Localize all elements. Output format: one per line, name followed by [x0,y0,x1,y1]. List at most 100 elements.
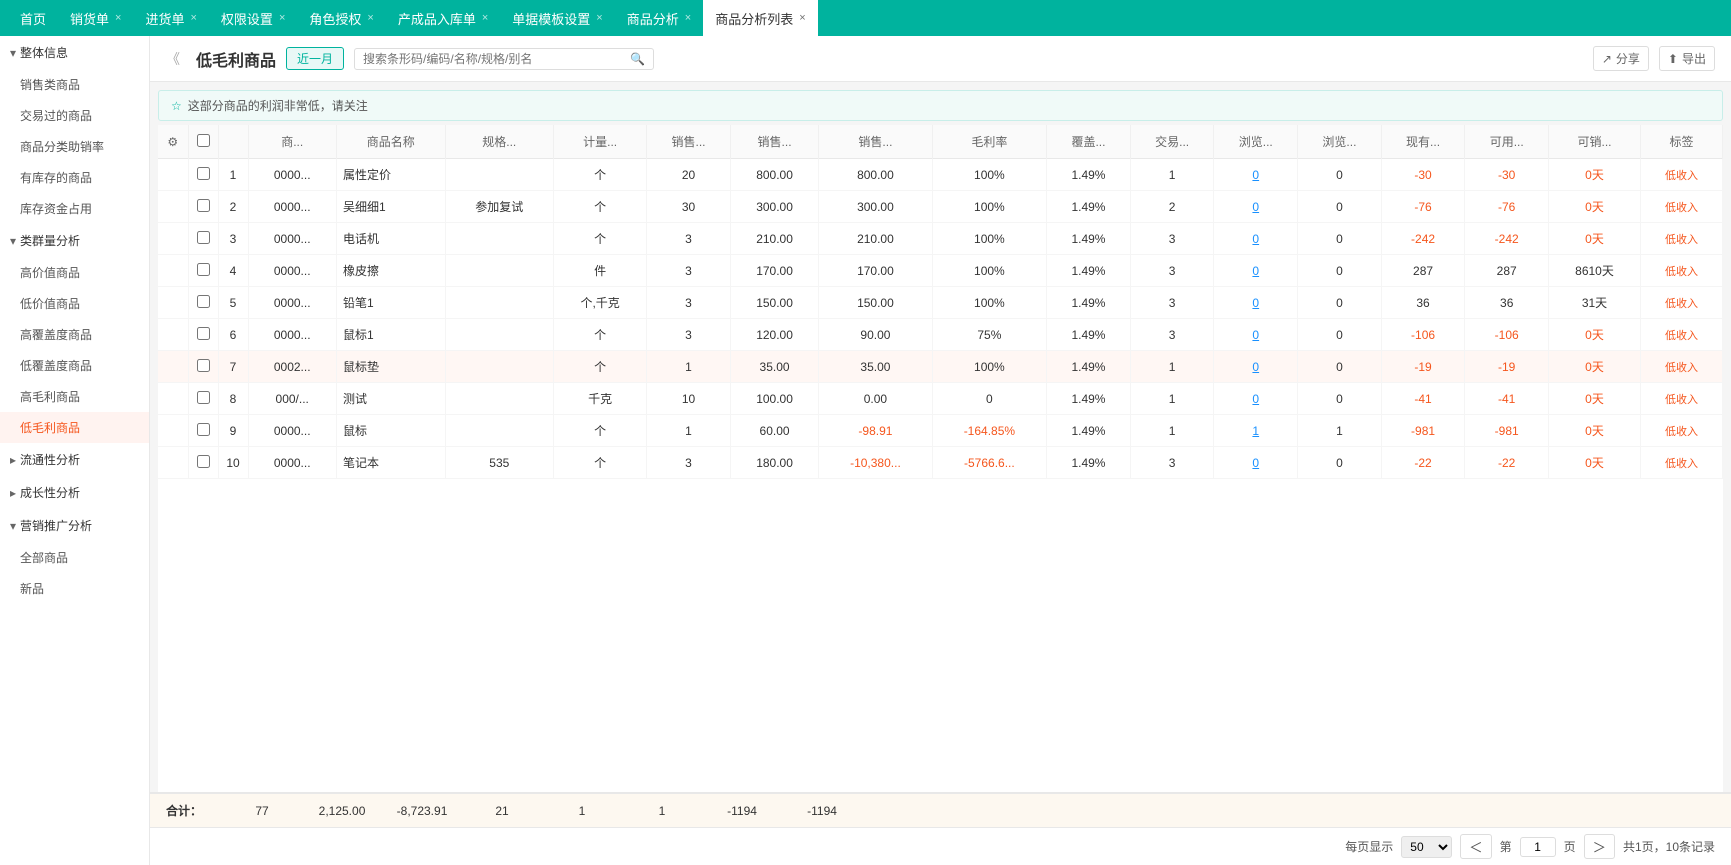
page-size-select[interactable]: 50 20 100 [1401,836,1452,858]
row-check[interactable] [188,255,218,287]
nav-analysis[interactable]: 商品分析 × [615,0,703,36]
nav-template-close[interactable]: × [596,12,602,24]
nav-roles[interactable]: 角色授权 × [297,0,385,36]
table-row[interactable]: 6 0000... 鼠标1 个 3 120.00 90.00 75% 1.49%… [158,319,1723,351]
nav-purchase[interactable]: 进货单 × [133,0,208,36]
col-check[interactable] [188,125,218,159]
table-row[interactable]: 9 0000... 鼠标 个 1 60.00 -98.91 -164.85% 1… [158,415,1723,447]
sidebar-item-low-value[interactable]: 低价值商品 [0,288,149,319]
row-checkbox[interactable] [197,295,210,308]
col-spec[interactable]: 规格... [445,125,554,159]
row-browse1[interactable]: 0 [1214,287,1298,319]
sidebar-item-in-stock[interactable]: 有库存的商品 [0,162,149,193]
nav-analysis-list-close[interactable]: × [799,12,805,24]
select-all-checkbox[interactable] [197,134,210,147]
col-s1[interactable]: 销售... [647,125,731,159]
col-name[interactable]: 商品名称 [336,125,445,159]
sidebar-item-stock-capital[interactable]: 库存资金占用 [0,193,149,224]
sidebar-item-high-coverage[interactable]: 高覆盖度商品 [0,319,149,350]
sidebar-item-low-coverage[interactable]: 低覆盖度商品 [0,350,149,381]
table-row[interactable]: 10 0000... 笔记本 535 个 3 180.00 -10,380...… [158,447,1723,479]
row-browse1[interactable]: 0 [1214,383,1298,415]
row-checkbox[interactable] [197,199,210,212]
row-browse1[interactable]: 0 [1214,159,1298,191]
row-checkbox[interactable] [197,231,210,244]
row-browse1[interactable]: 0 [1214,191,1298,223]
sidebar-group-cluster[interactable]: ▾ 类群量分析 [0,224,149,257]
table-row[interactable]: 7 0002... 鼠标垫 个 1 35.00 35.00 100% 1.49%… [158,351,1723,383]
sidebar-item-traded-goods[interactable]: 交易过的商品 [0,100,149,131]
sidebar-item-low-profit[interactable]: 低毛利商品 [0,412,149,443]
row-check[interactable] [188,415,218,447]
row-checkbox[interactable] [197,455,210,468]
row-check[interactable] [188,319,218,351]
search-input[interactable] [363,52,630,66]
col-unit[interactable]: 计量... [554,125,647,159]
col-s2[interactable]: 销售... [730,125,818,159]
nav-sales[interactable]: 销货单 × [58,0,133,36]
table-row[interactable]: 8 000/... 测试 千克 10 100.00 0.00 0 1.49% 1… [158,383,1723,415]
prev-page-btn[interactable]: ＜ [1460,834,1491,859]
row-check[interactable] [188,191,218,223]
nav-purchase-close[interactable]: × [190,12,196,24]
filter-recent-month[interactable]: 近一月 [286,47,344,70]
col-s3[interactable]: 销售... [819,125,932,159]
sidebar-item-new-goods[interactable]: 新品 [0,573,149,604]
col-trade[interactable]: 交易... [1130,125,1214,159]
col-cover[interactable]: 覆盖... [1047,125,1131,159]
share-button[interactable]: ↗ 分享 [1593,46,1649,71]
row-check[interactable] [188,159,218,191]
row-check[interactable] [188,447,218,479]
nav-permissions-close[interactable]: × [279,12,285,24]
row-checkbox[interactable] [197,391,210,404]
nav-product-entry-close[interactable]: × [482,12,488,24]
col-tag[interactable]: 标签 [1641,125,1723,159]
row-checkbox[interactable] [197,167,210,180]
nav-analysis-list[interactable]: 商品分析列表 × [703,0,817,36]
col-browse1[interactable]: 浏览... [1214,125,1298,159]
row-check[interactable] [188,287,218,319]
nav-template[interactable]: 单据模板设置 × [500,0,614,36]
nav-permissions[interactable]: 权限设置 × [209,0,297,36]
row-checkbox[interactable] [197,263,210,276]
search-icon[interactable]: 🔍 [630,52,645,66]
table-row[interactable]: 1 0000... 属性定价 个 20 800.00 800.00 100% 1… [158,159,1723,191]
table-row[interactable]: 4 0000... 橡皮擦 件 3 170.00 170.00 100% 1.4… [158,255,1723,287]
sidebar-item-sales-goods[interactable]: 销售类商品 [0,69,149,100]
nav-sales-close[interactable]: × [115,12,121,24]
row-checkbox[interactable] [197,423,210,436]
nav-analysis-close[interactable]: × [685,12,691,24]
sidebar-item-high-profit[interactable]: 高毛利商品 [0,381,149,412]
nav-product-entry[interactable]: 产成品入库单 × [386,0,500,36]
page-input[interactable] [1520,837,1556,857]
sidebar-item-all-goods[interactable]: 全部商品 [0,542,149,573]
col-stock2[interactable]: 可用... [1465,125,1549,159]
table-row[interactable]: 3 0000... 电话机 个 3 210.00 210.00 100% 1.4… [158,223,1723,255]
nav-roles-close[interactable]: × [367,12,373,24]
row-check[interactable] [188,383,218,415]
sidebar-group-overview[interactable]: ▾ 整体信息 [0,36,149,69]
table-row[interactable]: 5 0000... 铅笔1 个,千克 3 150.00 150.00 100% … [158,287,1723,319]
sidebar-item-high-value[interactable]: 高价值商品 [0,257,149,288]
row-checkbox[interactable] [197,359,210,372]
col-stock3[interactable]: 可销... [1549,125,1641,159]
row-check[interactable] [188,223,218,255]
sidebar-collapse-btn[interactable]: 《 [166,49,180,69]
col-code[interactable]: 商... [248,125,336,159]
table-row[interactable]: 2 0000... 吴细细1 参加复试 个 30 300.00 300.00 1… [158,191,1723,223]
table-wrapper[interactable]: ⚙ 商... 商品名称 规格... 计量... 销售... 销售... 销售..… [158,125,1723,792]
row-browse1[interactable]: 0 [1214,255,1298,287]
row-browse1[interactable]: 0 [1214,447,1298,479]
col-settings[interactable]: ⚙ [158,125,188,159]
export-button[interactable]: ⬆ 导出 [1659,46,1715,71]
col-browse2[interactable]: 浏览... [1298,125,1382,159]
row-browse1[interactable]: 1 [1214,415,1298,447]
col-gross[interactable]: 毛利率 [932,125,1047,159]
nav-home[interactable]: 首页 [8,0,58,36]
row-browse1[interactable]: 0 [1214,223,1298,255]
sidebar-group-circulation[interactable]: ▸ 流通性分析 [0,443,149,476]
row-browse1[interactable]: 0 [1214,319,1298,351]
row-check[interactable] [188,351,218,383]
row-browse1[interactable]: 0 [1214,351,1298,383]
next-page-btn[interactable]: ＞ [1584,834,1615,859]
